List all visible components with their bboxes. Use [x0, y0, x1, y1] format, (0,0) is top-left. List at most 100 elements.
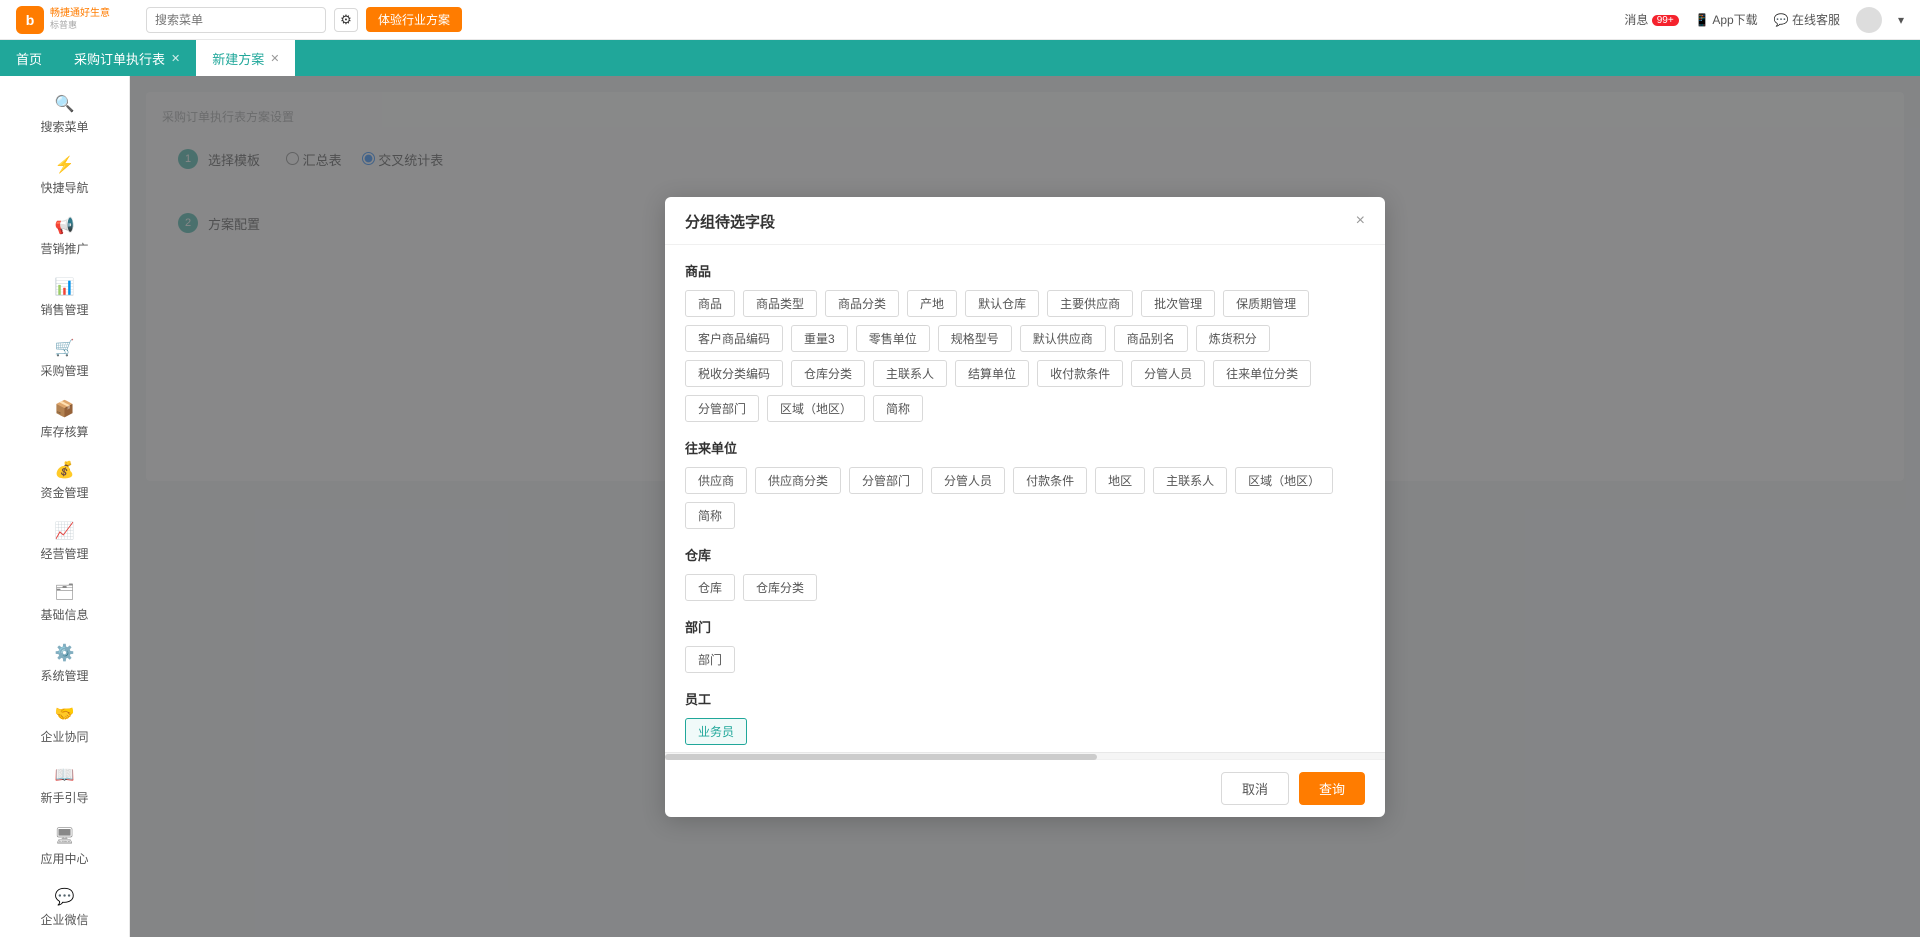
field-tag[interactable]: 往来单位分类 [1213, 360, 1311, 387]
sidebar-sales-label: 销售管理 [40, 301, 88, 318]
top-bar: b 畅捷通好生意 标普惠 ⚙ 体验行业方案 消息 99+ 📱 App下载 💬 在… [0, 0, 1920, 40]
field-tag[interactable]: 区域（地区） [767, 395, 865, 422]
field-tag[interactable]: 税收分类编码 [685, 360, 783, 387]
field-tag[interactable]: 客户商品编码 [685, 325, 783, 352]
field-tag[interactable]: 产地 [907, 290, 957, 317]
section-employee-title: 员工 [685, 689, 1365, 708]
tab-purchase-close[interactable]: ✕ [171, 52, 180, 65]
sidebar-item-marketing[interactable]: 📢 营销推广 [0, 206, 129, 267]
operations-icon: 📈 [55, 521, 75, 541]
field-tag[interactable]: 主联系人 [1153, 467, 1227, 494]
modal-body[interactable]: 商品 商品 商品类型 商品分类 产地 默认仓库 主要供应商 批次管理 保质期管理… [665, 245, 1385, 753]
top-search-input[interactable] [146, 7, 326, 33]
warehouse-fields: 仓库 仓库分类 [685, 574, 1365, 601]
tab-home-label: 首页 [16, 49, 42, 68]
sidebar-item-appcenter[interactable]: 🖥 应用中心 [0, 816, 129, 877]
field-tag[interactable]: 商品分类 [825, 290, 899, 317]
message-area[interactable]: 消息 99+ [1624, 11, 1678, 28]
field-tag[interactable]: 规格型号 [938, 325, 1012, 352]
field-tag[interactable]: 付款条件 [1013, 467, 1087, 494]
sidebar-item-operations[interactable]: 📈 经营管理 [0, 511, 129, 572]
sidebar-item-basic[interactable]: 🗂 基础信息 [0, 572, 129, 633]
modal-title: 分组待选字段 [685, 211, 775, 232]
field-tag[interactable]: 简称 [685, 502, 735, 529]
field-tag[interactable]: 供应商 [685, 467, 747, 494]
dept-fields: 部门 [685, 646, 1365, 673]
cancel-button[interactable]: 取消 [1221, 772, 1289, 805]
field-tag[interactable]: 零售单位 [856, 325, 930, 352]
sidebar-item-quicknav[interactable]: ⚡ 快捷导航 [0, 145, 129, 206]
sidebar-item-collab[interactable]: 🤝 企业协同 [0, 694, 129, 755]
section-dept-title: 部门 [685, 617, 1365, 636]
field-tag[interactable]: 默认供应商 [1020, 325, 1106, 352]
sidebar-item-search[interactable]: 🔍 搜索菜单 [0, 84, 129, 145]
user-menu[interactable]: ▾ [1898, 13, 1904, 27]
modal-footer: 取消 查询 [665, 759, 1385, 817]
field-tag[interactable]: 分管部门 [849, 467, 923, 494]
field-tag[interactable]: 商品类型 [743, 290, 817, 317]
field-tag[interactable]: 商品 [685, 290, 735, 317]
partner-fields: 供应商 供应商分类 分管部门 分管人员 付款条件 地区 主联系人 区域（地区） … [685, 467, 1365, 529]
field-tag[interactable]: 仓库 [685, 574, 735, 601]
app-download[interactable]: 📱 App下载 [1695, 11, 1758, 28]
field-tag[interactable]: 重量3 [791, 325, 848, 352]
field-tag[interactable]: 分管部门 [685, 395, 759, 422]
sidebar-system-label: 系统管理 [40, 667, 88, 684]
section-partner-title: 往来单位 [685, 438, 1365, 457]
field-tag[interactable]: 保质期管理 [1223, 290, 1309, 317]
modal-overlay: 分组待选字段 × 商品 商品 商品类型 商品分类 产地 默认仓库 主要供应商 [130, 76, 1920, 937]
sidebar-item-guide[interactable]: 📖 新手引导 [0, 755, 129, 816]
field-tag[interactable]: 分管人员 [931, 467, 1005, 494]
sidebar-inventory-label: 库存核算 [40, 423, 88, 440]
sidebar-item-wechat[interactable]: 💬 企业微信 [0, 877, 129, 937]
online-service[interactable]: 💬 在线客服 [1774, 11, 1840, 28]
top-actions: ⚙ 体验行业方案 [334, 7, 462, 32]
experience-btn[interactable]: 体验行业方案 [366, 7, 462, 32]
sidebar-item-inventory[interactable]: 📦 库存核算 [0, 389, 129, 450]
sales-icon: 📊 [55, 277, 75, 297]
field-tag[interactable]: 简称 [873, 395, 923, 422]
appcenter-icon: 🖥 [55, 826, 75, 846]
settings-icon[interactable]: ⚙ [334, 8, 358, 32]
field-tag[interactable]: 默认仓库 [965, 290, 1039, 317]
basic-icon: 🗂 [55, 582, 75, 602]
field-tag[interactable]: 分管人员 [1131, 360, 1205, 387]
sidebar-item-system[interactable]: ⚙️ 系统管理 [0, 633, 129, 694]
tab-home[interactable]: 首页 [0, 40, 58, 76]
user-avatar[interactable] [1856, 7, 1882, 33]
field-tag[interactable]: 部门 [685, 646, 735, 673]
tab-new-plan[interactable]: 新建方案 ✕ [196, 40, 295, 76]
modal-header: 分组待选字段 × [665, 197, 1385, 245]
confirm-button[interactable]: 查询 [1299, 772, 1365, 805]
field-tag[interactable]: 仓库分类 [743, 574, 817, 601]
field-tag[interactable]: 仓库分类 [791, 360, 865, 387]
field-tag-employee[interactable]: 业务员 [685, 718, 747, 745]
tab-new-plan-close[interactable]: ✕ [270, 52, 279, 65]
field-tag[interactable]: 供应商分类 [755, 467, 841, 494]
modal-close-btn[interactable]: × [1356, 212, 1365, 230]
field-tag[interactable]: 收付款条件 [1037, 360, 1123, 387]
field-tag[interactable]: 区域（地区） [1235, 467, 1333, 494]
field-tag[interactable]: 主要供应商 [1047, 290, 1133, 317]
goods-fields: 商品 商品类型 商品分类 产地 默认仓库 主要供应商 批次管理 保质期管理 客户… [685, 290, 1365, 422]
field-tag[interactable]: 结算单位 [955, 360, 1029, 387]
wechat-icon: 💬 [55, 887, 75, 907]
sidebar-wechat-label: 企业微信 [40, 911, 88, 928]
search-icon: 🔍 [55, 94, 75, 114]
brand-name: 标普惠 [50, 20, 110, 31]
inventory-icon: 📦 [55, 399, 75, 419]
field-tag[interactable]: 商品别名 [1114, 325, 1188, 352]
modal-horizontal-scrollbar[interactable] [665, 752, 1385, 758]
sidebar-item-finance[interactable]: 💰 资金管理 [0, 450, 129, 511]
field-tag[interactable]: 主联系人 [873, 360, 947, 387]
field-tag[interactable]: 批次管理 [1141, 290, 1215, 317]
collab-icon: 🤝 [55, 704, 75, 724]
sidebar-item-purchase[interactable]: 🛒 采购管理 [0, 328, 129, 389]
employee-fields: 业务员 [685, 718, 1365, 745]
section-employee: 员工 业务员 [685, 689, 1365, 745]
sidebar-item-sales[interactable]: 📊 销售管理 [0, 267, 129, 328]
content-area: 采购订单执行表方案设置 1 选择模板 汇总表 交叉统计表 2 方案配置 [130, 76, 1920, 937]
field-tag[interactable]: 地区 [1095, 467, 1145, 494]
field-tag[interactable]: 炼货积分 [1196, 325, 1270, 352]
tab-purchase-order[interactable]: 采购订单执行表 ✕ [58, 40, 196, 76]
